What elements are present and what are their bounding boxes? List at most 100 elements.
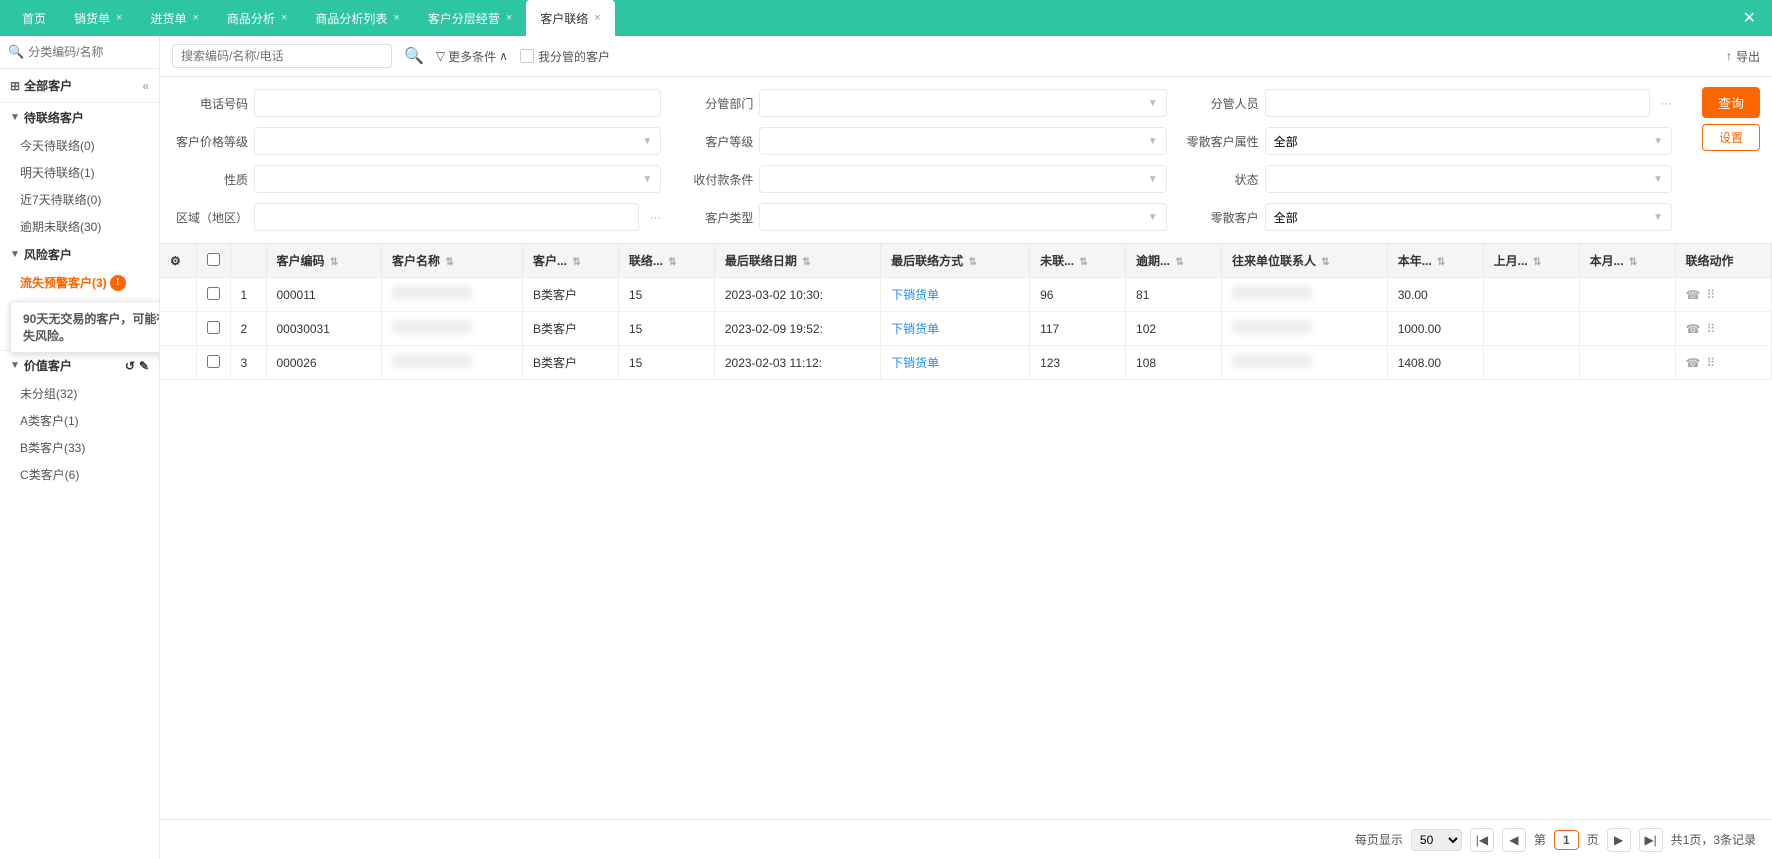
col-type[interactable]: 客户... ⇅ [522,244,618,278]
row-last-contact-method[interactable]: 下销货单 [881,346,1030,380]
sidebar-group-value[interactable]: ▼ 价值客户 ↺ ✎ [0,350,159,380]
col-overdue[interactable]: 逾期... ⇅ [1126,244,1222,278]
my-customers-toggle[interactable]: 我分管的客户 [520,48,610,65]
tab-sales-close[interactable]: × [116,12,122,24]
last-page-btn[interactable]: ▶| [1639,828,1663,852]
settings-button[interactable]: 设置 [1702,124,1760,151]
row-checkbox[interactable] [196,346,230,380]
dept-select[interactable]: ▼ [759,89,1166,117]
tab-purchase[interactable]: 进货单 × [136,0,212,36]
region-input[interactable] [254,203,639,231]
per-page-select[interactable]: 50 100 [1411,829,1462,851]
sidebar-item-overdue[interactable]: 逾期未联络(30) [0,213,159,240]
per-page-label: 每页显示 [1355,831,1403,848]
tab-product-analysis-list-close[interactable]: × [393,12,399,24]
dept-label: 分管部门 [681,95,753,112]
tab-product-analysis[interactable]: 商品分析 × [213,0,301,36]
col-this-month[interactable]: 本月... ⇅ [1579,244,1675,278]
first-page-btn[interactable]: |◀ [1470,828,1494,852]
tab-sales[interactable]: 销货单 × [60,0,136,36]
sidebar-search-container: 🔍 [0,36,159,69]
status-select[interactable]: ▼ [1265,165,1672,193]
tomorrow-label: 明天待联络(1) [20,164,95,181]
more-actions-icon[interactable]: ⠿ [1706,356,1715,370]
search-btn[interactable]: 🔍 [404,46,424,66]
edit-icon[interactable]: ✎ [139,359,149,373]
filter-action-area: 查询 设置 [1702,87,1760,151]
row-last-contact-method[interactable]: 下销货单 [881,278,1030,312]
sidebar-item-b-class[interactable]: B类客户(33) [0,434,159,461]
sidebar-item-a-class[interactable]: A类客户(1) [0,407,159,434]
sidebar-item-tomorrow[interactable]: 明天待联络(1) [0,159,159,186]
sidebar-item-ungrouped[interactable]: 未分组(32) [0,380,159,407]
sidebar-item-churn-pred[interactable]: 流失预警客户(3) ! 90天无交易的客户，可能有流失风险。 [0,269,159,296]
row-overdue: 81 [1126,278,1222,312]
tab-product-analysis-list[interactable]: 商品分析列表 × [301,0,413,36]
manager-input[interactable] [1265,89,1650,117]
retail-attr-select[interactable]: 全部 ▼ [1265,127,1672,155]
price-level-arrow: ▼ [642,136,652,147]
row-checkbox[interactable] [196,278,230,312]
more-actions-icon[interactable]: ⠿ [1706,322,1715,336]
col-this-year[interactable]: 本年... ⇅ [1387,244,1483,278]
prev-page-btn[interactable]: ◀ [1502,828,1526,852]
tab-product-analysis-close[interactable]: × [281,12,287,24]
search-input[interactable] [172,44,392,68]
contact-icon[interactable]: ☎ [1686,356,1701,370]
sidebar-item-week[interactable]: 近7天待联络(0) [0,186,159,213]
col-settings[interactable]: ⚙ [160,244,196,278]
col-action: 联络动作 [1675,244,1771,278]
region-dots[interactable]: ··· [649,210,661,224]
select-all-checkbox[interactable] [207,253,220,266]
more-actions-icon[interactable]: ⠿ [1706,288,1715,302]
phone-input[interactable] [254,89,661,117]
sidebar-item-c-class[interactable]: C类客户(6) [0,461,159,488]
col-checkbox[interactable] [196,244,230,278]
row-checkbox[interactable] [196,312,230,346]
col-no-contact[interactable]: 未联... ⇅ [1030,244,1126,278]
sidebar-group-churn[interactable]: ▼ 风险客户 [0,240,159,269]
export-btn[interactable]: ↑ 导出 [1726,48,1760,65]
filter-region: 区域（地区） ··· [176,203,661,231]
settings-icon[interactable]: ⚙ [170,254,181,268]
row-name [381,346,522,380]
tab-customer-tier[interactable]: 客户分层经营 × [414,0,526,36]
collapse-icon[interactable]: « [142,79,149,93]
sidebar-group-pending[interactable]: ▼ 待联络客户 [0,103,159,132]
col-last-contact-method[interactable]: 最后联络方式 ⇅ [881,244,1030,278]
close-all-tabs[interactable]: ✕ [1735,8,1764,28]
col-last-contact-date[interactable]: 最后联络日期 ⇅ [714,244,880,278]
customer-level-select[interactable]: ▼ [759,127,1166,155]
more-conditions-btn[interactable]: ▽ 更多条件 ∧ [436,48,508,65]
nature-select[interactable]: ▼ [254,165,661,193]
tab-home[interactable]: 首页 [8,0,60,36]
tab-customer-contact[interactable]: 客户联络 × [526,0,614,36]
col-name[interactable]: 客户名称 ⇅ [381,244,522,278]
payment-select[interactable]: ▼ [759,165,1166,193]
col-code[interactable]: 客户编码 ⇅ [266,244,381,278]
col-last-month[interactable]: 上月... ⇅ [1483,244,1579,278]
col-company-contact[interactable]: 往来单位联系人 ⇅ [1221,244,1387,278]
next-page-btn[interactable]: ▶ [1607,828,1631,852]
current-page: 1 [1554,830,1579,850]
contact-icon[interactable]: ☎ [1686,322,1701,336]
phone-field[interactable] [263,96,652,110]
row-last-contact-method[interactable]: 下销货单 [881,312,1030,346]
tab-customer-tier-close[interactable]: × [506,12,512,24]
checkbox-icon [520,49,534,63]
retail-customer-select[interactable]: 全部 ▼ [1265,203,1672,231]
sidebar-item-today[interactable]: 今天待联络(0) [0,132,159,159]
churn-tooltip: 90天无交易的客户，可能有流失风险。 [10,301,160,353]
refresh-icon[interactable]: ↺ [125,359,135,373]
sidebar-search-input[interactable] [28,45,151,59]
sidebar-all-customers[interactable]: ⊞ 全部客户 « [0,69,159,103]
contact-icon[interactable]: ☎ [1686,288,1701,302]
price-level-select[interactable]: ▼ [254,127,661,155]
manager-dots[interactable]: ··· [1660,96,1672,110]
total-records: 共1页，3条记录 [1671,831,1756,848]
customer-type-select[interactable]: ▼ [759,203,1166,231]
tab-customer-contact-close[interactable]: × [594,12,600,24]
query-button[interactable]: 查询 [1702,87,1760,118]
col-contact[interactable]: 联络... ⇅ [618,244,714,278]
tab-purchase-close[interactable]: × [192,12,198,24]
